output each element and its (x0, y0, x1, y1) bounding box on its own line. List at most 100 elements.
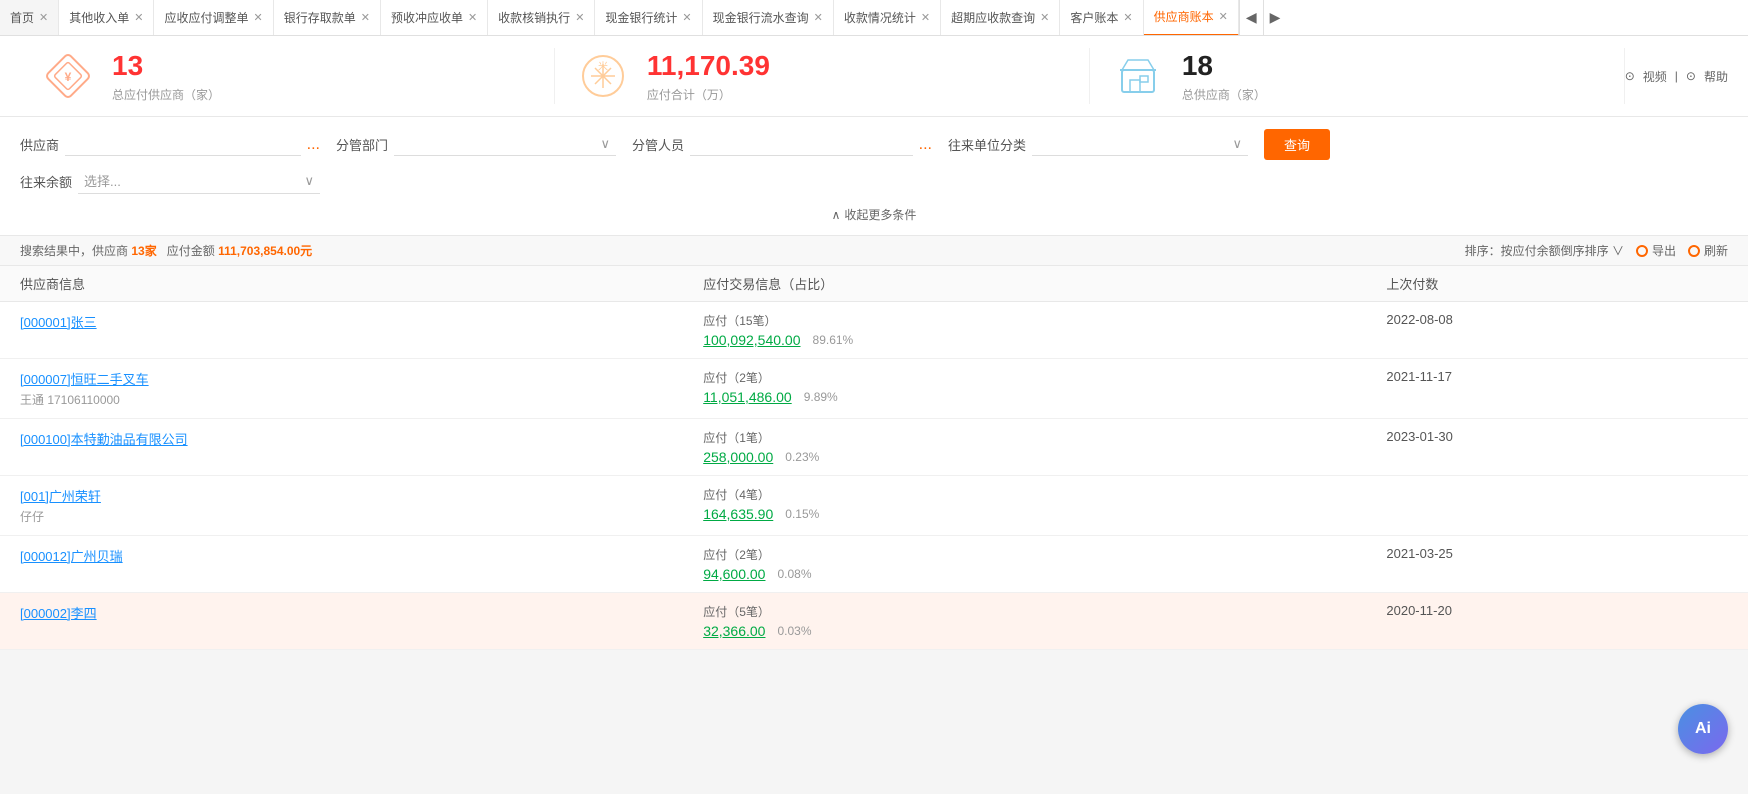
filter-row-2: 往来余额 选择... ∨ (20, 168, 320, 194)
ai-button[interactable]: Ai (1678, 704, 1728, 754)
supplier-dots-icon[interactable]: ... (307, 136, 320, 154)
tx-label-1: 应付（15笔） (703, 312, 1386, 329)
supplier-link-2[interactable]: [000007]恒旺二手叉车 (20, 372, 149, 387)
tx-label-4: 应付（4笔） (703, 486, 1386, 503)
summary-icon-diamond: ¥ (40, 48, 96, 104)
person-input[interactable] (690, 134, 913, 156)
supplier-cell-1: [000001]张三 (20, 312, 703, 331)
filter-item-balance: 往来余额 选择... ∨ (20, 168, 320, 194)
tx-percent-5: 0.08% (777, 567, 811, 581)
supplier-cell-2: [000007]恒旺二手叉车 王通 17106110000 (20, 369, 703, 408)
summary-label-total-suppliers: 总供应商（家） (1182, 86, 1266, 103)
balance-select[interactable]: 选择... ∨ (78, 168, 320, 194)
tx-amount-5[interactable]: 94,600.00 (703, 566, 765, 582)
tab-receipt-stat-close[interactable]: ✕ (921, 11, 930, 24)
summary-card-suppliers-payable: ¥ 13 总应付供应商（家） (20, 48, 555, 104)
tab-bank-deposit-close[interactable]: ✕ (361, 11, 370, 24)
tab-ar-ap-adjust-close[interactable]: ✕ (253, 11, 262, 24)
tx-label-3: 应付（1笔） (703, 429, 1386, 446)
summary-number-total-suppliers: 18 (1182, 49, 1266, 83)
result-amount: 111,703,854.00元 (218, 244, 312, 258)
category-arrow-icon: ∨ (1232, 136, 1242, 152)
summary-section: ¥ 13 总应付供应商（家） 米 11,170.39 (0, 36, 1748, 117)
supplier-cell-6: [000002]李四 (20, 603, 703, 622)
tab-cash-flow-close[interactable]: ✕ (814, 11, 823, 24)
tab-receipt-verify-close[interactable]: ✕ (575, 11, 584, 24)
tab-bank-deposit[interactable]: 银行存取款单 ✕ (274, 0, 381, 36)
tx-amount-4[interactable]: 164,635.90 (703, 506, 773, 522)
category-select[interactable]: ∨ (1032, 133, 1248, 156)
dept-label: 分管部门 (336, 135, 388, 154)
tab-customer-book-close[interactable]: ✕ (1123, 11, 1132, 24)
tx-row-3: 258,000.00 0.23% (703, 449, 1386, 465)
export-icon (1636, 245, 1648, 257)
supplier-link-4[interactable]: [001]广州荣轩 (20, 489, 101, 504)
svg-text:¥: ¥ (65, 70, 72, 84)
supplier-link-1[interactable]: [000001]张三 (20, 315, 97, 330)
supplier-link-6[interactable]: [000002]李四 (20, 606, 97, 621)
dept-select[interactable]: ∨ (394, 133, 616, 156)
supplier-label: 供应商 (20, 135, 59, 154)
tx-amount-2[interactable]: 11,051,486.00 (703, 389, 792, 405)
result-prefix: 搜索结果中，供应商 (20, 244, 128, 258)
export-action[interactable]: 导出 (1636, 242, 1676, 259)
filter-row-1: 供应商 ... 分管部门 ∨ 分管人员 ... 往来单位分类 (20, 129, 1728, 160)
tx-row-6: 32,366.00 0.03% (703, 623, 1386, 639)
tab-cash-stat[interactable]: 现金银行统计 ✕ (595, 0, 702, 36)
tab-prepay-offset-close[interactable]: ✕ (468, 11, 477, 24)
collapse-up-icon: ∧ (832, 208, 841, 222)
tab-cash-flow[interactable]: 现金银行流水查询 ✕ (703, 0, 834, 36)
tx-amount-1[interactable]: 100,092,540.00 (703, 332, 800, 348)
tab-ar-ap-adjust[interactable]: 应收应付调整单 ✕ (154, 0, 273, 36)
supplier-input[interactable] (65, 134, 301, 156)
collapse-button[interactable]: ∧ 收起更多条件 (20, 202, 1728, 227)
tab-customer-book[interactable]: 客户账本 ✕ (1060, 0, 1143, 36)
tab-receipt-verify[interactable]: 收款核销执行 ✕ (488, 0, 595, 36)
nav-left-arrow[interactable]: ◀ (1239, 0, 1263, 36)
date-cell-6: 2020-11-20 (1386, 603, 1728, 618)
tab-overdue-ar-close[interactable]: ✕ (1040, 11, 1049, 24)
summary-icon-grain: 米 (575, 48, 631, 104)
result-count: 13家 (131, 244, 156, 258)
tab-supplier-book-close[interactable]: ✕ (1219, 10, 1228, 23)
summary-info-payable: 13 总应付供应商（家） (112, 49, 220, 103)
tab-receipt-stat[interactable]: 收款情况统计 ✕ (834, 0, 941, 36)
summary-number-payable: 13 (112, 49, 220, 83)
tx-cell-4: 应付（4笔） 164,635.90 0.15% (703, 486, 1386, 522)
summary-icon-shop (1110, 48, 1166, 104)
help-link[interactable]: 帮助 (1704, 68, 1728, 85)
tx-amount-6[interactable]: 32,366.00 (703, 623, 765, 639)
tx-percent-3: 0.23% (785, 450, 819, 464)
collapse-label: 收起更多条件 (844, 206, 916, 223)
tab-home-close[interactable]: ✕ (39, 11, 48, 24)
query-button[interactable]: 查询 (1264, 129, 1330, 160)
tx-row-2: 11,051,486.00 9.89% (703, 389, 1386, 405)
table-row: [000007]恒旺二手叉车 王通 17106110000 应付（2笔） 11,… (0, 359, 1748, 419)
circle-icon: ⊙ (1625, 69, 1635, 83)
tab-prepay-offset[interactable]: 预收冲应收单 ✕ (381, 0, 488, 36)
result-sort-label[interactable]: 排序：按应付余额倒序排序 ∨ (1465, 242, 1624, 259)
tx-amount-3[interactable]: 258,000.00 (703, 449, 773, 465)
summary-card-total-suppliers: 18 总供应商（家） (1090, 48, 1625, 104)
tab-overdue-ar[interactable]: 超期应收款查询 ✕ (941, 0, 1060, 36)
help-icon: ⊙ (1686, 69, 1696, 83)
video-link[interactable]: 视频 (1643, 68, 1667, 85)
person-dots-icon[interactable]: ... (919, 136, 932, 154)
supplier-link-5[interactable]: [000012]广州贝瑞 (20, 549, 123, 564)
tab-supplier-book[interactable]: 供应商账本 ✕ (1144, 0, 1239, 36)
tx-cell-6: 应付（5笔） 32,366.00 0.03% (703, 603, 1386, 639)
supplier-sub-2: 王通 17106110000 (20, 391, 703, 408)
nav-right-arrow[interactable]: ▶ (1263, 0, 1287, 36)
tab-cash-stat-close[interactable]: ✕ (682, 11, 691, 24)
tab-other-income[interactable]: 其他收入单 ✕ (59, 0, 154, 36)
supplier-link-3[interactable]: [000100]本特勤油品有限公司 (20, 432, 188, 447)
date-cell-3: 2023-01-30 (1386, 429, 1728, 444)
refresh-action[interactable]: 刷新 (1688, 242, 1728, 259)
result-bar: 搜索结果中，供应商 13家 应付金额 111,703,854.00元 排序：按应… (0, 236, 1748, 266)
tab-other-income-close[interactable]: ✕ (134, 11, 143, 24)
table-header: 供应商信息 应付交易信息（占比） 上次付数 (0, 266, 1748, 302)
date-cell-5: 2021-03-25 (1386, 546, 1728, 561)
tx-cell-5: 应付（2笔） 94,600.00 0.08% (703, 546, 1386, 582)
tab-home[interactable]: 首页 ✕ (0, 0, 59, 36)
tx-percent-4: 0.15% (785, 507, 819, 521)
